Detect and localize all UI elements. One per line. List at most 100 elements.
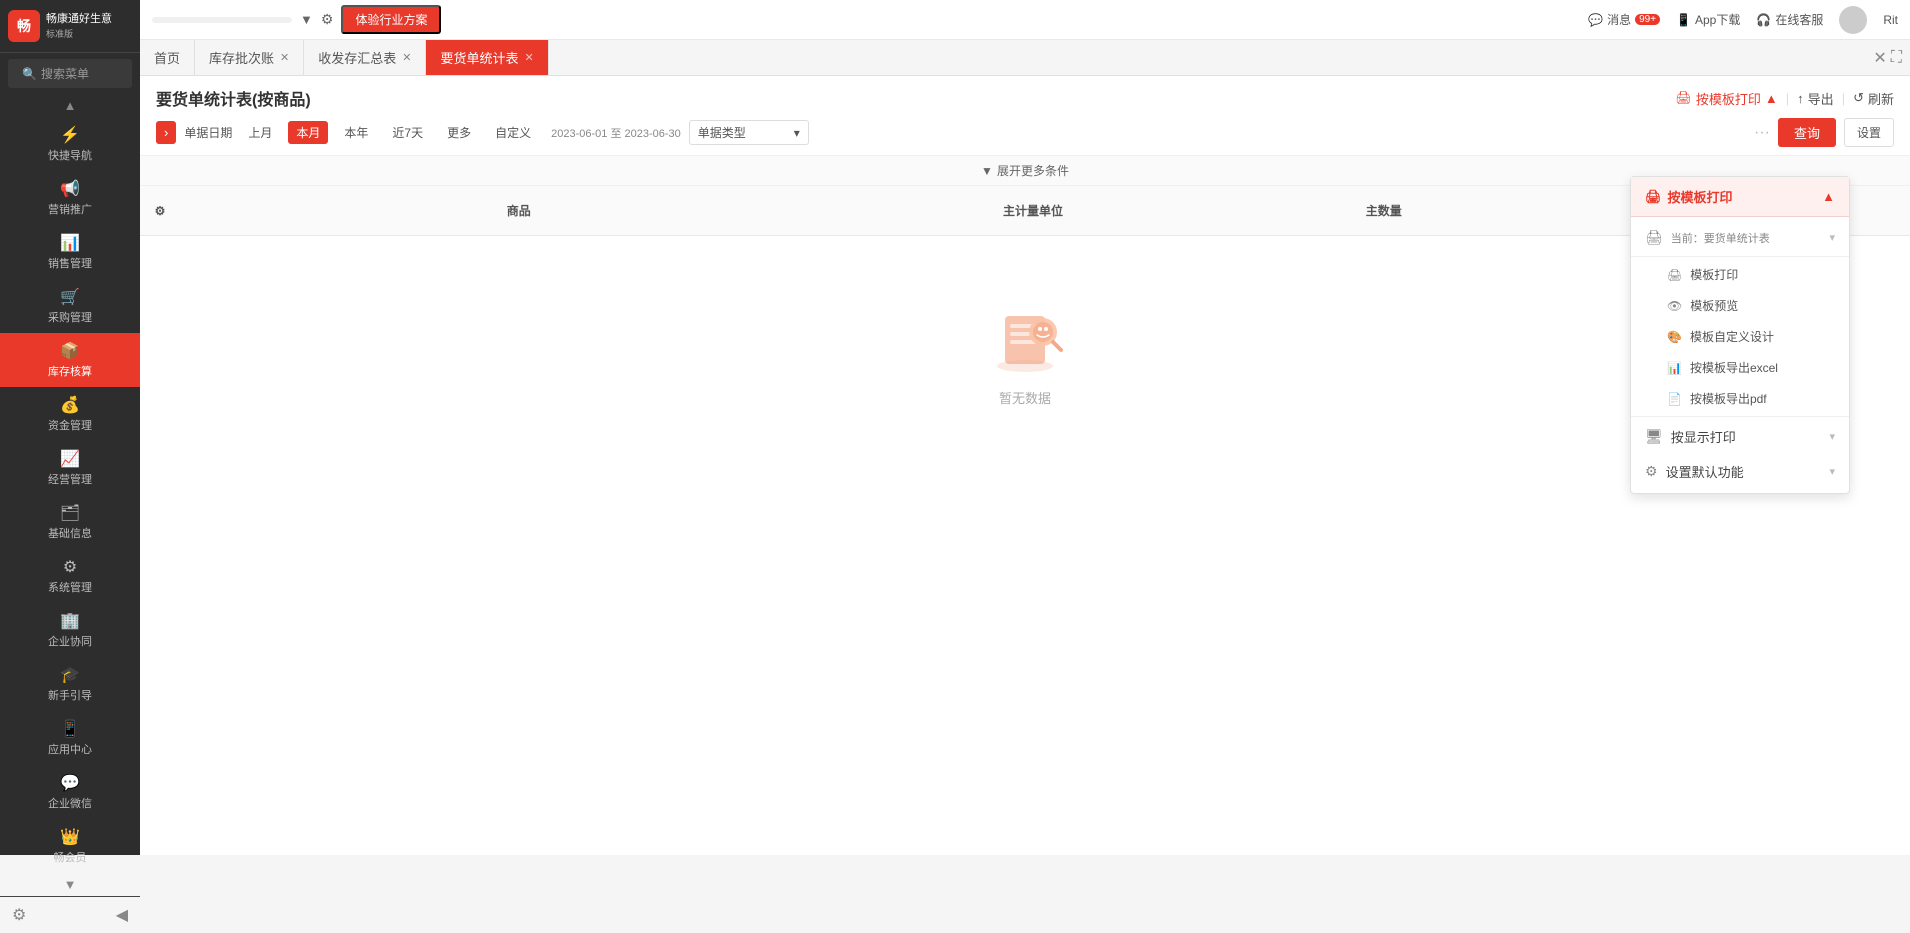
dropdown-template-print[interactable]: 🖨 模板打印 <box>1631 259 1849 290</box>
template-custom-icon: 🎨 <box>1667 330 1682 344</box>
header-actions-right: 🖨 按模板打印 ▲ | ↑ 导出 | ↺ 刷新 <box>1675 89 1894 108</box>
sidebar-item-wechat[interactable]: 💬 企业微信 <box>0 765 140 819</box>
collapse-icon[interactable]: ◀ <box>116 905 128 925</box>
printer-icon: 🖨 <box>1675 90 1692 106</box>
user-avatar[interactable] <box>1839 6 1867 34</box>
basic-icon: 🗂 <box>60 503 80 523</box>
dropdown-template-custom[interactable]: 🎨 模板自定义设计 <box>1631 321 1849 352</box>
sidebar-item-purchase[interactable]: 🛒 采购管理 <box>0 279 140 333</box>
template-print-button[interactable]: 🖨 按模板打印 ▲ <box>1675 89 1777 108</box>
export-icon: ↑ <box>1797 91 1804 106</box>
sidebar-search[interactable]: 🔍 搜索菜单 <box>8 59 132 88</box>
dropdown-current-section: 🖨 当前：要货单统计表 ▾ 🖨 模板打印 👁 模板预览 🎨 模板自定义设计 <box>1631 217 1849 493</box>
date-btn-this-month[interactable]: 本月 <box>288 121 328 144</box>
dropdown-divider-2 <box>1631 416 1849 417</box>
topbar-dropdown-arrow[interactable]: ▼ <box>300 12 313 27</box>
date-btn-7days[interactable]: 近7天 <box>384 121 431 144</box>
export-button[interactable]: ↑ 导出 <box>1797 89 1834 108</box>
page-header-area: 要货单统计表(按商品) 🖨 按模板打印 ▲ | ↑ 导出 | ↺ 刷新 <box>140 76 1910 110</box>
sidebar-item-operation[interactable]: 📈 经营管理 <box>0 441 140 495</box>
sidebar-item-basic[interactable]: 🗂 基础信息 <box>0 495 140 549</box>
set-default-icon: ⚙ <box>1645 463 1658 480</box>
tab-order-stats-close[interactable]: ✕ <box>525 51 534 64</box>
topbar-right: 💬 消息 99+ 📱 App下载 🎧 在线客服 Rit <box>1588 6 1898 34</box>
dropdown-current-item[interactable]: 🖨 当前：要货单统计表 ▾ <box>1631 221 1849 254</box>
wechat-icon: 💬 <box>60 773 80 793</box>
dropdown-template-preview[interactable]: 👁 模板预览 <box>1631 290 1849 321</box>
logo-icon: 畅 <box>8 10 40 42</box>
sidebar-item-system[interactable]: ⚙ 系统管理 <box>0 549 140 603</box>
set-default-arrow: ▾ <box>1829 465 1835 478</box>
sidebar-scroll-down[interactable]: ▼ <box>0 873 140 896</box>
filter-bar: › 单据日期 上月 本月 本年 近7天 更多 自定义 2023-06-01 至 … <box>140 110 1910 156</box>
download-icon: 📱 <box>1676 13 1691 27</box>
col-unit: 主计量单位 <box>858 194 1209 227</box>
template-print-dropdown: 🖨 按模板打印 ▲ 🖨 当前：要货单统计表 ▾ 🖨 模板打印 <box>1630 176 1850 494</box>
sidebar-item-marketing[interactable]: 📢 营销推广 <box>0 171 140 225</box>
more-options-icon[interactable]: ··· <box>1754 124 1770 142</box>
col-qty: 主数量 <box>1208 194 1559 227</box>
chevron-up-icon: ▲ <box>1765 91 1778 106</box>
main-area: ▼ ⚙ 体验行业方案 💬 消息 99+ 📱 App下载 🎧 在线客服 Rit 首… <box>140 0 1910 855</box>
sidebar-item-app-center[interactable]: 📱 应用中心 <box>0 711 140 765</box>
order-type-label: 单据类型 <box>698 124 746 141</box>
sidebar-item-quick-nav[interactable]: ⚡ 快捷导航 <box>0 117 140 171</box>
order-type-select[interactable]: 单据类型 ▾ <box>689 120 809 145</box>
dropdown-template-export-excel[interactable]: 📊 按模板导出excel <box>1631 352 1849 383</box>
dropdown-close-icon[interactable]: ▲ <box>1822 189 1835 204</box>
online-service-item[interactable]: 🎧 在线客服 <box>1756 11 1823 28</box>
date-btn-custom[interactable]: 自定义 <box>487 121 539 144</box>
company-icon: 🏢 <box>60 611 80 631</box>
message-item[interactable]: 💬 消息 99+ <box>1588 11 1660 28</box>
tab-home[interactable]: 首页 <box>140 40 195 75</box>
sidebar-scroll-up[interactable]: ▲ <box>0 94 140 117</box>
topbar-search-box <box>152 17 292 23</box>
tab-batch-account[interactable]: 库存批次账 ✕ <box>195 40 304 75</box>
dropdown-display-print[interactable]: 🖥 按显示打印 ▾ <box>1631 419 1849 454</box>
template-preview-icon: 👁 <box>1667 299 1682 313</box>
settings-icon[interactable]: ⚙ <box>12 905 26 925</box>
date-btn-last-month[interactable]: 上月 <box>240 121 280 144</box>
current-item-icon: 🖨 <box>1645 229 1663 246</box>
date-btn-more[interactable]: 更多 <box>439 121 479 144</box>
current-item-arrow: ▾ <box>1829 231 1835 244</box>
empty-icon <box>985 296 1065 376</box>
sidebar-item-company[interactable]: 🏢 企业协同 <box>0 603 140 657</box>
topbar-gear-icon[interactable]: ⚙ <box>321 11 334 28</box>
sidebar-item-inventory[interactable]: 📦 库存核算 <box>0 333 140 387</box>
dropdown-set-default[interactable]: ⚙ 设置默认功能 ▾ <box>1631 454 1849 489</box>
display-print-icon: 🖥 <box>1645 428 1663 445</box>
app-download-item[interactable]: 📱 App下载 <box>1676 11 1740 28</box>
refresh-button[interactable]: ↺ 刷新 <box>1853 89 1894 108</box>
app-logo: 畅 畅康通好生意 标准版 <box>0 0 140 53</box>
tab-receipt-summary[interactable]: 收发存汇总表 ✕ <box>304 40 426 75</box>
refresh-icon: ↺ <box>1853 90 1864 106</box>
col-product: 商品 <box>180 194 858 227</box>
query-button[interactable]: 查询 <box>1778 118 1836 147</box>
empty-text: 暂无数据 <box>999 388 1051 407</box>
order-type-dropdown-icon: ▾ <box>794 126 800 140</box>
system-icon: ⚙ <box>63 557 77 577</box>
tab-close-all[interactable]: ✕ <box>1873 48 1886 68</box>
sidebar-item-guide[interactable]: 🎓 新手引导 <box>0 657 140 711</box>
tab-batch-account-close[interactable]: ✕ <box>280 51 289 64</box>
user-name[interactable]: Rit <box>1883 13 1898 27</box>
app-center-icon: 📱 <box>60 719 80 739</box>
tab-receipt-summary-close[interactable]: ✕ <box>402 51 411 64</box>
sidebar-item-member[interactable]: 👑 畅会员 <box>0 819 140 873</box>
inventory-icon: 📦 <box>60 341 80 361</box>
sidebar-item-sales[interactable]: 📊 销售管理 <box>0 225 140 279</box>
dropdown-template-export-pdf[interactable]: 📄 按模板导出pdf <box>1631 383 1849 414</box>
page-content: 要货单统计表(按商品) 🖨 按模板打印 ▲ | ↑ 导出 | ↺ 刷新 <box>140 76 1910 855</box>
trial-button[interactable]: 体验行业方案 <box>341 5 441 34</box>
sidebar-item-finance[interactable]: 💰 资金管理 <box>0 387 140 441</box>
settings-button[interactable]: 设置 <box>1844 118 1894 147</box>
sidebar-bottom: ⚙ ◀ <box>0 896 140 933</box>
tab-order-stats[interactable]: 要货单统计表 ✕ <box>426 40 548 75</box>
member-icon: 👑 <box>60 827 80 847</box>
tab-maximize[interactable]: ⛶ <box>1891 49 1902 67</box>
dropdown-divider-1 <box>1631 256 1849 257</box>
filter-expand-button[interactable]: › <box>156 121 176 144</box>
col-settings[interactable]: ⚙ <box>140 196 180 226</box>
date-btn-this-year[interactable]: 本年 <box>336 121 376 144</box>
